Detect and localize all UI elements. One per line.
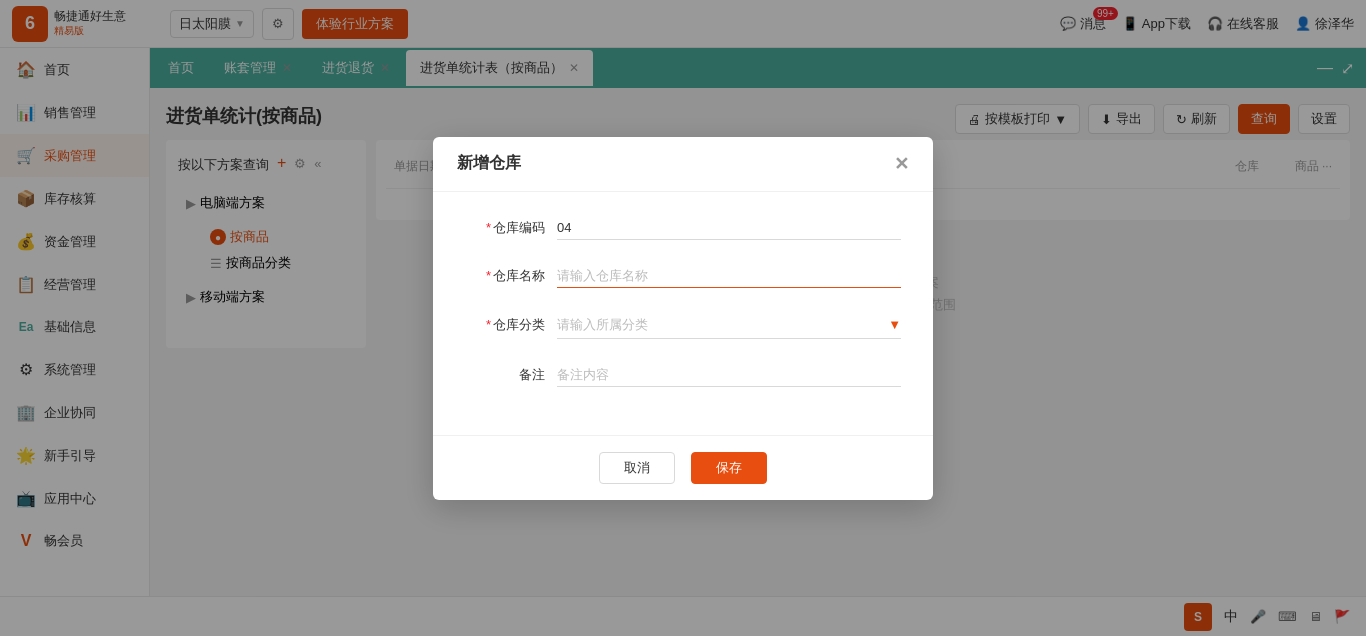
- modal-overlay[interactable]: 新增仓库 ✕ 仓库编码 仓库名称 仓库分类 请输入所属分类 ▼: [0, 0, 1366, 636]
- form-row-code: 仓库编码: [465, 216, 901, 240]
- modal-body: 仓库编码 仓库名称 仓库分类 请输入所属分类 ▼ 备注: [433, 192, 933, 435]
- modal-title: 新增仓库: [457, 153, 521, 174]
- modal-footer: 取消 保存: [433, 435, 933, 500]
- modal-close-button[interactable]: ✕: [894, 153, 909, 175]
- modal-header: 新增仓库 ✕: [433, 137, 933, 192]
- dropdown-icon: ▼: [888, 317, 901, 332]
- category-placeholder: 请输入所属分类: [557, 316, 648, 334]
- form-row-notes: 备注: [465, 363, 901, 387]
- warehouse-category-select[interactable]: 请输入所属分类 ▼: [557, 312, 901, 339]
- warehouse-name-input[interactable]: [557, 264, 901, 288]
- cancel-button[interactable]: 取消: [599, 452, 675, 484]
- field-label-code: 仓库编码: [465, 219, 545, 237]
- warehouse-code-input[interactable]: [557, 216, 901, 240]
- add-warehouse-modal: 新增仓库 ✕ 仓库编码 仓库名称 仓库分类 请输入所属分类 ▼: [433, 137, 933, 500]
- warehouse-notes-input[interactable]: [557, 363, 901, 387]
- form-row-name: 仓库名称: [465, 264, 901, 288]
- save-button[interactable]: 保存: [691, 452, 767, 484]
- field-label-category: 仓库分类: [465, 316, 545, 334]
- field-label-notes: 备注: [465, 366, 545, 384]
- form-row-category: 仓库分类 请输入所属分类 ▼: [465, 312, 901, 339]
- field-label-name: 仓库名称: [465, 267, 545, 285]
